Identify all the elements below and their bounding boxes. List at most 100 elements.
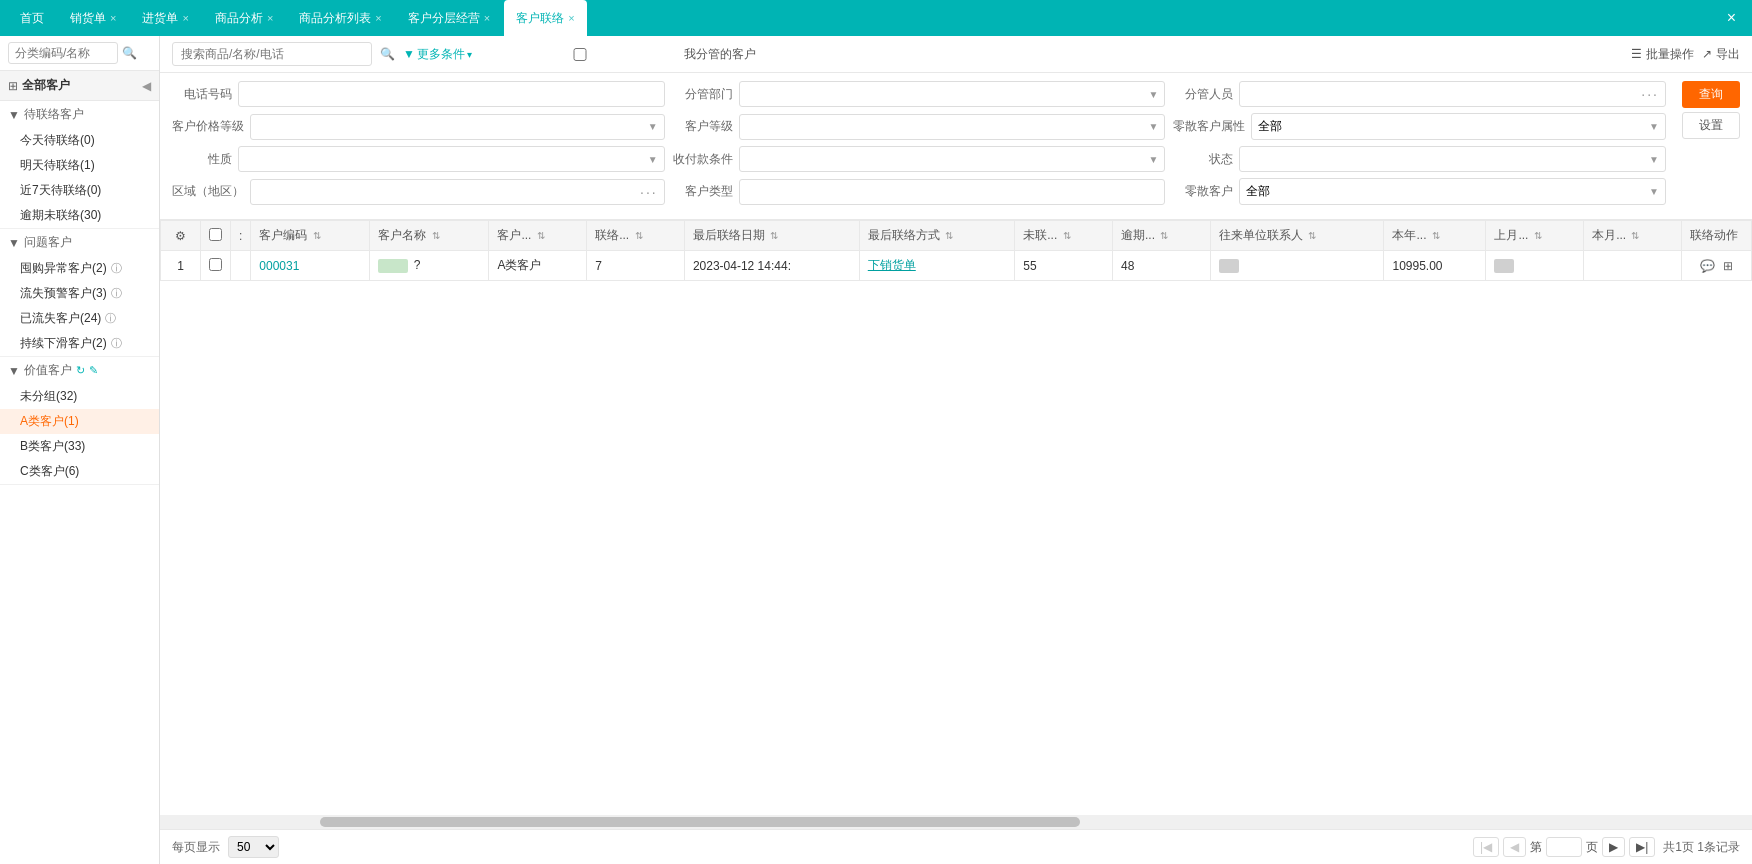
nature-label: 性质 (172, 151, 232, 168)
close-purchase-icon[interactable]: × (182, 12, 188, 24)
customer-level-select[interactable]: ▼ (739, 114, 1166, 140)
total-pages-label: 页 (1586, 839, 1598, 856)
last-month-block (1494, 259, 1514, 273)
page-size-select[interactable]: 50 20 100 200 (228, 836, 279, 858)
close-sales-icon[interactable]: × (110, 12, 116, 24)
pagination: |◀ ◀ 第 1 页 ▶ ▶| (1473, 837, 1655, 857)
th-this-month[interactable]: 本月... ⇅ (1584, 221, 1682, 251)
chat-action-icon[interactable]: 💬 (1700, 259, 1715, 273)
sidebar-all-customers-header: ⊞ 全部客户 ◀ (0, 71, 159, 101)
edit-group-icon[interactable]: ✎ (89, 364, 98, 377)
nav-tab-home[interactable]: 首页 (8, 0, 56, 36)
close-product-analysis-icon[interactable]: × (267, 12, 273, 24)
price-level-select[interactable]: ▼ (250, 114, 665, 140)
phone-input[interactable] (238, 81, 665, 107)
row-last-method[interactable]: 下销货单 (859, 251, 1015, 281)
sidebar-item-churned[interactable]: 已流失客户(24) ⓘ (0, 306, 159, 331)
sidebar-section-value-title[interactable]: ▼ 价值客户 ↻ ✎ (0, 357, 159, 384)
close-product-list-icon[interactable]: × (375, 12, 381, 24)
sidebar-item-churn-warning[interactable]: 流失预警客户(3) ⓘ (0, 281, 159, 306)
row-checkbox[interactable] (209, 258, 222, 271)
th-last-date[interactable]: 最后联络日期 ⇅ (684, 221, 859, 251)
sidebar-item-today[interactable]: 今天待联络(0) (0, 128, 159, 153)
row-index: 1 (161, 251, 201, 281)
dept-select[interactable]: ▼ (739, 81, 1166, 107)
th-name[interactable]: 客户名称 ⇅ (370, 221, 489, 251)
collapse-sidebar-icon[interactable]: ◀ (142, 79, 151, 93)
status-select[interactable]: ▼ (1239, 146, 1666, 172)
th-settings[interactable]: ⚙ (161, 221, 201, 251)
sidebar-item-tomorrow[interactable]: 明天待联络(1) (0, 153, 159, 178)
th-this-year[interactable]: 本年... ⇅ (1384, 221, 1486, 251)
nav-tab-customer-tier[interactable]: 客户分层经营 × (396, 0, 502, 36)
batch-operation-button[interactable]: ☰ 批量操作 (1631, 46, 1694, 63)
search-input[interactable] (172, 42, 372, 66)
th-contact[interactable]: 联络... ⇅ (587, 221, 685, 251)
last-page-button[interactable]: ▶| (1629, 837, 1655, 857)
nature-select[interactable]: ▼ (238, 146, 665, 172)
my-customers-check[interactable] (480, 48, 680, 61)
b-class-label: B类客户(33) (20, 438, 85, 455)
row-code[interactable]: 000031 (251, 251, 370, 281)
export-button[interactable]: ↗ 导出 (1702, 46, 1740, 63)
th-no-contact[interactable]: 未联... ⇅ (1015, 221, 1113, 251)
nav-tab-product-analysis[interactable]: 商品分析 × (203, 0, 285, 36)
th-actions: 联络动作 (1682, 221, 1752, 251)
sidebar-search-input[interactable] (8, 42, 118, 64)
horizontal-scrollbar[interactable] (160, 815, 1752, 829)
nav-tab-purchase[interactable]: 进货单 × (130, 0, 200, 36)
th-contact-person[interactable]: 往来单位联系人 ⇅ (1210, 221, 1384, 251)
my-customers-checkbox[interactable]: 我分管的客户 (480, 46, 756, 63)
sidebar-item-declining[interactable]: 持续下滑客户(2) ⓘ (0, 331, 159, 356)
search-button[interactable]: 🔍 (380, 47, 395, 61)
sidebar-item-b-class[interactable]: B类客户(33) (0, 434, 159, 459)
th-last-month[interactable]: 上月... ⇅ (1486, 221, 1584, 251)
next-page-button[interactable]: ▶ (1602, 837, 1625, 857)
scrollbar-thumb[interactable] (320, 817, 1080, 827)
region-select[interactable]: ··· (250, 179, 665, 205)
th-overdue[interactable]: 逾期... ⇅ (1113, 221, 1211, 251)
retail-attr-select[interactable]: 全部 ▼ (1251, 113, 1666, 140)
sidebar-item-c-class[interactable]: C类客户(6) (0, 459, 159, 484)
sidebar-item-7days[interactable]: 近7天待联络(0) (0, 178, 159, 203)
row-no-contact: 55 (1015, 251, 1113, 281)
sidebar-section-waiting-title[interactable]: ▼ 待联络客户 (0, 101, 159, 128)
sidebar-section-problem-title[interactable]: ▼ 问题客户 (0, 229, 159, 256)
retail-attr-value: 全部 (1258, 118, 1282, 135)
manager-select[interactable]: ··· (1239, 81, 1666, 107)
more-filters-button[interactable]: ▼ 更多条件 ▾ (403, 46, 472, 63)
sidebar-item-a-class[interactable]: A类客户(1) (0, 409, 159, 434)
sidebar-item-overdue[interactable]: 逾期未联络(30) (0, 203, 159, 228)
filter-status: 状态 ▼ (1173, 146, 1666, 172)
settings-button[interactable]: 设置 (1682, 112, 1740, 139)
last-method-link[interactable]: 下销货单 (868, 258, 916, 272)
prev-page-button[interactable]: ◀ (1503, 837, 1526, 857)
customer-type-input[interactable] (739, 179, 1166, 205)
th-customer-type[interactable]: 客户... ⇅ (489, 221, 587, 251)
grid-action-icon[interactable]: ⊞ (1723, 259, 1733, 273)
first-page-button[interactable]: |◀ (1473, 837, 1499, 857)
sidebar-item-unclassified[interactable]: 未分组(32) (0, 384, 159, 409)
th-code[interactable]: 客户编码 ⇅ (251, 221, 370, 251)
sidebar-item-hoarding[interactable]: 囤购异常客户(2) ⓘ (0, 256, 159, 281)
row-last-date: 2023-04-12 14:44: (684, 251, 859, 281)
query-button[interactable]: 查询 (1682, 81, 1740, 108)
refresh-icon[interactable]: ↻ (76, 364, 85, 377)
main-layout: 🔍 ⊞ 全部客户 ◀ ▼ 待联络客户 今天待联络(0) 明天待联络(1) 近7天… (0, 36, 1752, 864)
row-this-year: 10995.00 (1384, 251, 1486, 281)
close-customer-tier-icon[interactable]: × (484, 12, 490, 24)
close-customer-contact-icon[interactable]: × (568, 12, 574, 24)
sidebar-search-icon[interactable]: 🔍 (122, 46, 137, 60)
close-all-button[interactable]: × (1719, 9, 1744, 27)
price-level-label: 客户价格等级 (172, 118, 244, 135)
payment-select[interactable]: ▼ (739, 146, 1166, 172)
today-contact-label: 今天待联络(0) (20, 132, 95, 149)
nav-tab-sales[interactable]: 销货单 × (58, 0, 128, 36)
th-last-method[interactable]: 最后联络方式 ⇅ (859, 221, 1015, 251)
nav-tab-product-list[interactable]: 商品分析列表 × (287, 0, 393, 36)
retail-select[interactable]: 全部 ▼ (1239, 178, 1666, 205)
page-number-input[interactable]: 1 (1546, 837, 1582, 857)
nav-tab-customer-contact[interactable]: 客户联络 × (504, 0, 586, 36)
waiting-section-label: 待联络客户 (24, 106, 84, 123)
select-all-checkbox[interactable] (209, 228, 222, 241)
